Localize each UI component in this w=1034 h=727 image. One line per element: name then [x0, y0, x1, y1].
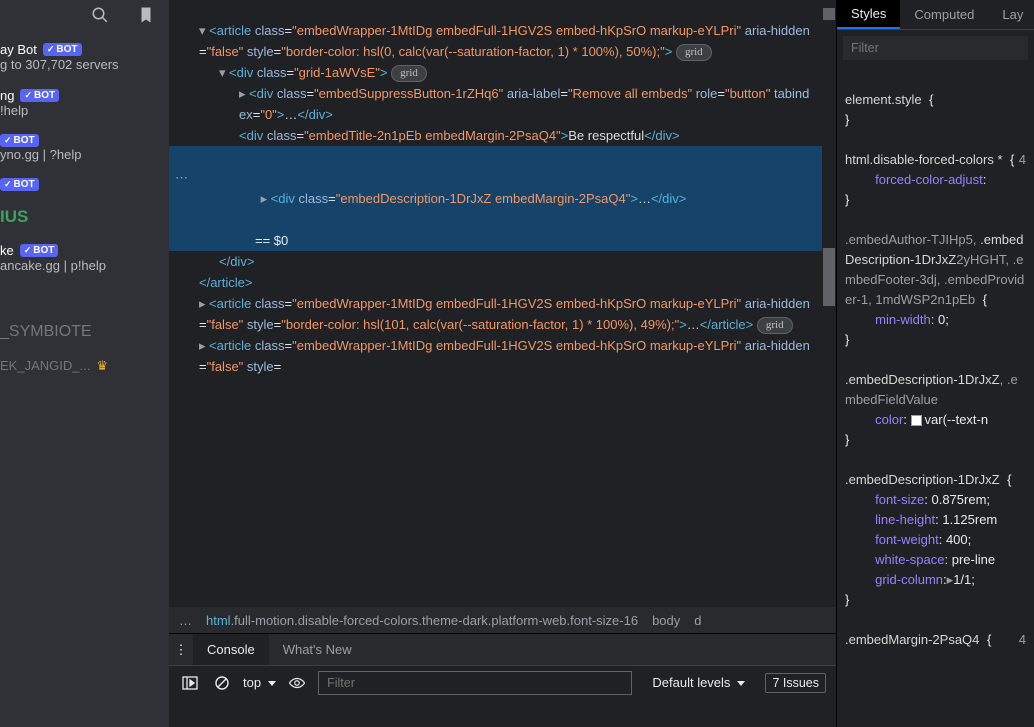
console-toolbar: top Default levels 7 Issues [169, 665, 836, 699]
tab-layout[interactable]: Lay [988, 0, 1034, 29]
bot-sub: g to 307,702 servers [0, 57, 159, 72]
console-filter-input[interactable] [318, 671, 632, 695]
bot-name[interactable]: ay Bot [0, 42, 37, 57]
bookmark-icon[interactable] [137, 6, 155, 24]
log-levels-selector[interactable]: Default levels [652, 675, 745, 690]
bot-badge: BOT [0, 134, 39, 147]
ellipsis-icon: ⋯ [175, 167, 188, 188]
styles-tabs: Styles Computed Lay [837, 0, 1034, 30]
tree-scrollbar[interactable] [822, 0, 836, 607]
breadcrumb-overflow[interactable]: … [179, 613, 192, 628]
issues-button[interactable]: 7 Issues [765, 673, 826, 693]
search-icon[interactable] [91, 6, 109, 24]
member-ius[interactable]: IUS [0, 207, 159, 227]
bot-name[interactable]: ke [0, 243, 14, 258]
grid-badge[interactable]: grid [391, 65, 427, 82]
devtools-elements-panel: ▾<article class="embedWrapper-1MtIDg emb… [169, 0, 836, 727]
bot-badge: BOT [0, 178, 39, 191]
tab-styles[interactable]: Styles [837, 0, 900, 29]
bot-badge: BOT [20, 89, 59, 102]
console-messages[interactable] [169, 699, 836, 727]
context-selector[interactable]: top [243, 675, 276, 690]
clear-console-icon[interactable] [211, 672, 233, 694]
breadcrumb[interactable]: … html.full-motion.disable-forced-colors… [169, 607, 836, 633]
tab-computed[interactable]: Computed [900, 0, 988, 29]
more-vertical-icon[interactable]: ⋮ [169, 634, 193, 665]
member-jangid[interactable]: EK_JANGID_...♛ [0, 357, 159, 375]
bot-sub: !help [0, 103, 159, 118]
tab-whats-new[interactable]: What's New [269, 634, 366, 665]
drawer-tabs: ⋮ Console What's New [169, 633, 836, 665]
discord-sidebar: ay Bot BOT g to 307,702 servers ng BOT !he… [0, 0, 169, 727]
member-symbiote[interactable]: _SYMBIOTE [0, 323, 159, 341]
dollar-zero: == $0 [255, 233, 288, 248]
styles-filter-input[interactable] [843, 36, 1028, 60]
bot-name[interactable]: ng [0, 88, 14, 103]
bot-badge: BOT [43, 43, 82, 56]
live-expression-icon[interactable] [286, 672, 308, 694]
color-swatch[interactable] [911, 415, 922, 426]
bot-badge: BOT [20, 244, 59, 257]
toggle-sidebar-icon[interactable] [179, 672, 201, 694]
crown-icon: ♛ [96, 358, 108, 373]
styles-panel: Styles Computed Lay element.style { } ht… [836, 0, 1034, 727]
tab-console[interactable]: Console [193, 634, 269, 665]
styles-rules[interactable]: element.style { } html.disable-forced-co… [837, 66, 1034, 674]
bot-sub: yno.gg | ?help [0, 147, 159, 162]
grid-badge[interactable]: grid [676, 44, 712, 61]
grid-badge[interactable]: grid [757, 317, 793, 334]
dom-tree[interactable]: ▾<article class="embedWrapper-1MtIDg emb… [169, 0, 836, 607]
selected-node[interactable]: ⋯ ▸<div class="embedDescription-1DrJxZ e… [169, 146, 836, 230]
bot-sub: ancake.gg | p!help [0, 258, 159, 273]
